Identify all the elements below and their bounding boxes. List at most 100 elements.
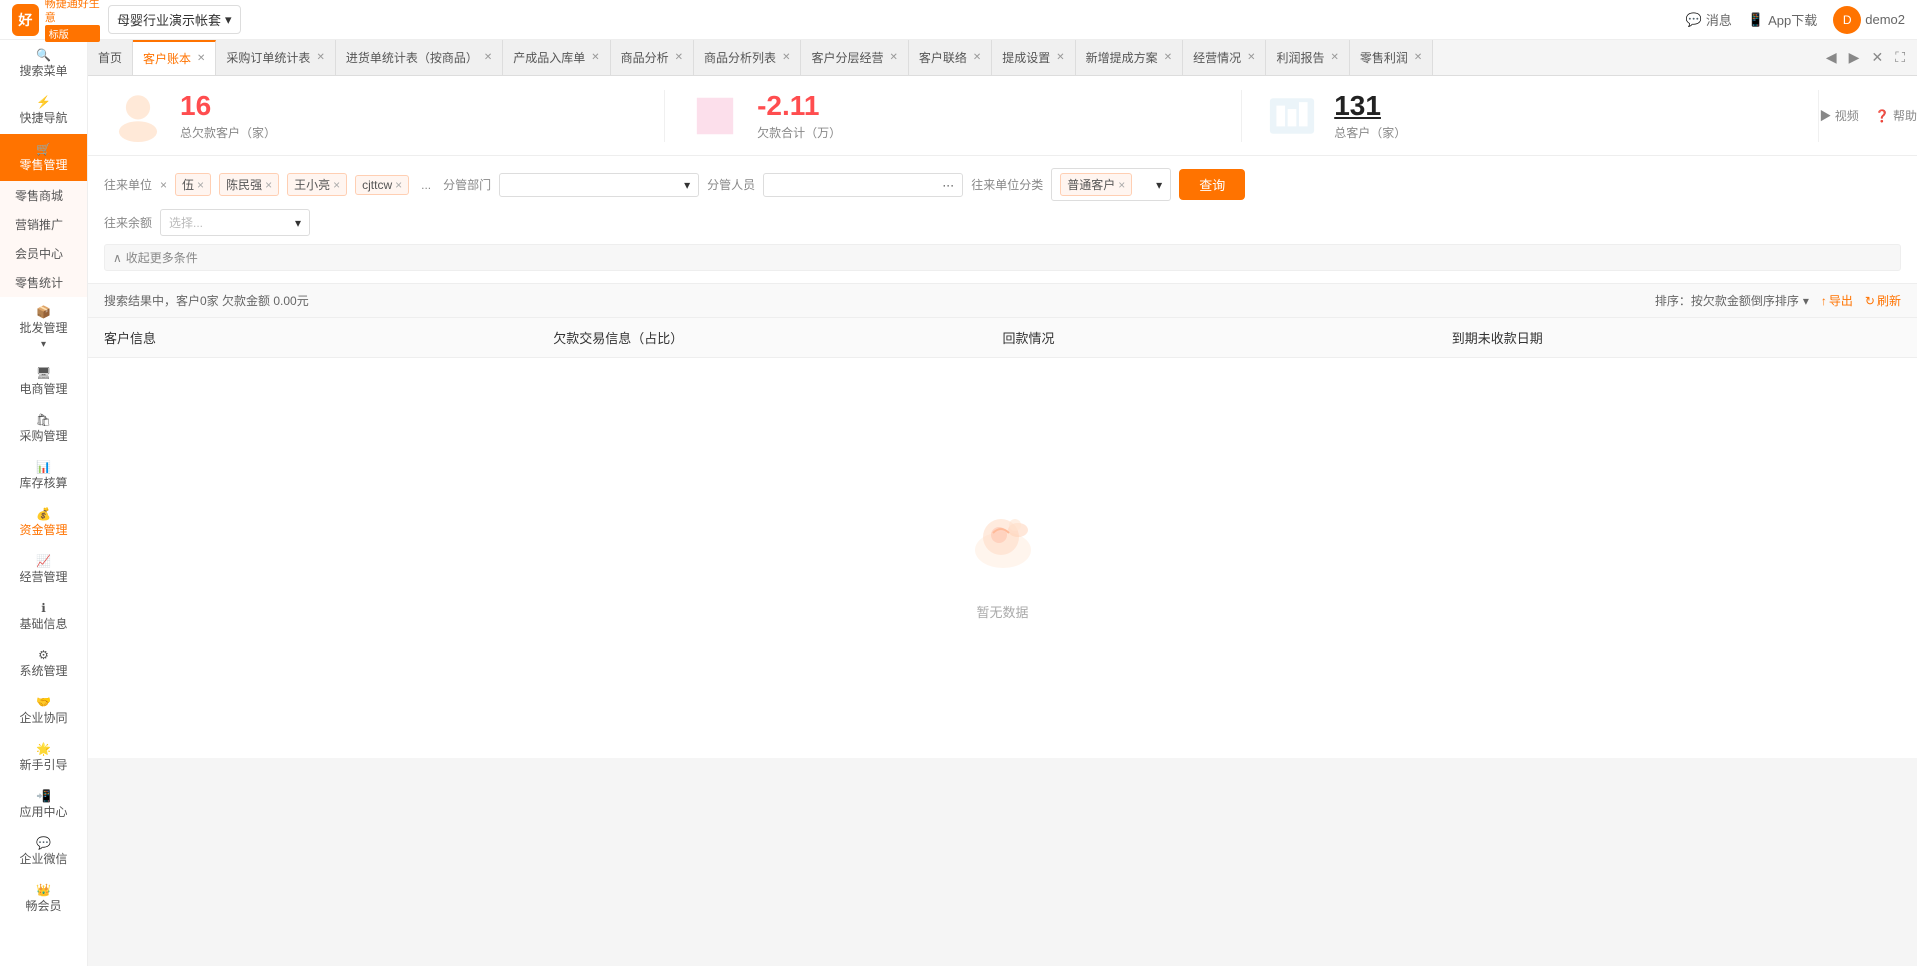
sidebar-item-capital-mgmt[interactable]: 💰 资金管理 bbox=[0, 499, 87, 546]
export-icon: ↑ bbox=[1821, 294, 1827, 308]
sidebar-item-enterprise-wechat[interactable]: 💬 企业微信 bbox=[0, 828, 87, 875]
sidebar-item-new-guide[interactable]: 🌟 新手引导 bbox=[0, 734, 87, 781]
tab-bar-actions: ◀ ▶ ✕ ⛶ bbox=[1814, 40, 1917, 75]
sidebar-item-app-center[interactable]: 📲 应用中心 bbox=[0, 781, 87, 828]
header-right: 💬 消息 📱 App下载 D demo2 bbox=[1686, 6, 1905, 34]
tab-close-icon[interactable]: ✕ bbox=[1164, 52, 1172, 63]
query-button[interactable]: 查询 bbox=[1179, 169, 1245, 200]
sidebar-sub-retail-mall[interactable]: 零售商城 bbox=[0, 181, 87, 210]
tab-close-icon[interactable]: ✕ bbox=[591, 52, 599, 63]
svg-text:✕: ✕ bbox=[702, 106, 718, 127]
unit-class-tag[interactable]: 普通客户 × bbox=[1060, 173, 1132, 196]
sidebar-item-retail-mgmt[interactable]: 🛒 零售管理 bbox=[0, 134, 87, 181]
tab-home[interactable]: 首页 bbox=[88, 40, 133, 75]
workspace-name: 母婴行业演示帐套 bbox=[117, 10, 221, 29]
export-button[interactable]: ↑ 导出 bbox=[1821, 292, 1853, 309]
sidebar-item-ecommerce-mgmt[interactable]: 🖥 电商管理 bbox=[0, 358, 87, 405]
collapse-button[interactable]: ∧ 收起更多条件 bbox=[104, 244, 1901, 271]
empty-text: 暂无数据 bbox=[963, 602, 1043, 621]
table-header: 客户信息 欠款交易信息（占比） 回款情况 到期未收款日期 bbox=[88, 318, 1917, 358]
tab-purchase-order[interactable]: 采购订单统计表 ✕ bbox=[216, 40, 335, 75]
debit-customers-icon bbox=[112, 90, 164, 142]
tab-goods-analysis-list[interactable]: 商品分析列表 ✕ bbox=[694, 40, 801, 75]
tab-customer-tier[interactable]: 客户分层经营 ✕ bbox=[801, 40, 908, 75]
refresh-button[interactable]: ↻ 刷新 bbox=[1865, 292, 1901, 309]
remove-tag-cjttcw[interactable]: × bbox=[395, 178, 402, 192]
tab-customer-contact-label: 客户联络 bbox=[919, 49, 967, 66]
sidebar-item-operations-mgmt[interactable]: 📈 经营管理 bbox=[0, 546, 87, 593]
tab-retail-profit[interactable]: 零售利润 ✕ bbox=[1350, 40, 1433, 75]
nav-icon: ⚡ bbox=[0, 95, 87, 109]
tab-biz-status[interactable]: 经营情况 ✕ bbox=[1183, 40, 1266, 75]
tab-customer-account[interactable]: 客户账本 ✕ bbox=[133, 40, 216, 75]
balance-filter-select[interactable]: 选择... ▾ bbox=[160, 209, 310, 236]
tab-close-icon[interactable]: ✕ bbox=[1056, 52, 1064, 63]
sidebar-item-wholesale-mgmt[interactable]: 📦 批发管理 ▾ bbox=[0, 297, 87, 358]
video-action[interactable]: ▶ 视频 bbox=[1819, 107, 1858, 124]
filter-tag-cjttcw[interactable]: cjttcw × bbox=[355, 175, 409, 195]
tab-inbound-stats[interactable]: 进货单统计表（按商品） ✕ bbox=[336, 40, 503, 75]
sidebar-item-inventory-check[interactable]: 📊 库存核算 bbox=[0, 452, 87, 499]
filter-area: 往来单位 × 伍 × 陈民强 × 王小亮 × cjttcw bbox=[88, 156, 1917, 284]
workspace-selector[interactable]: 母婴行业演示帐套 ▾ bbox=[108, 5, 241, 34]
sidebar-item-purchase-mgmt[interactable]: 🛍 采购管理 bbox=[0, 405, 87, 452]
tab-purchase-order-label: 采购订单统计表 bbox=[226, 49, 310, 66]
message-action[interactable]: 💬 消息 bbox=[1686, 10, 1732, 29]
filter-row-2: 往来余额 选择... ▾ bbox=[104, 209, 1901, 236]
person-filter-select[interactable]: ··· bbox=[763, 173, 963, 197]
sidebar-item-enterprise-coop[interactable]: 🤝 企业协同 bbox=[0, 687, 87, 734]
sidebar-sub-retail-stats[interactable]: 零售统计 bbox=[0, 268, 87, 297]
remove-tag-chen[interactable]: × bbox=[265, 178, 272, 192]
tab-close-icon[interactable]: ✕ bbox=[1247, 52, 1255, 63]
sidebar-item-search-menu[interactable]: 🔍 搜索菜单 bbox=[0, 40, 87, 87]
app-icon: 📲 bbox=[0, 789, 87, 803]
filter-tag-wu[interactable]: 伍 × bbox=[175, 173, 211, 196]
filter-tag-chen[interactable]: 陈民强 × bbox=[219, 173, 279, 196]
tab-next-btn[interactable]: ▶ bbox=[1845, 47, 1864, 68]
sidebar-sub-marketing[interactable]: 营销推广 bbox=[0, 210, 87, 239]
logo-icon: 好 bbox=[12, 4, 39, 36]
tab-profit-report[interactable]: 利润报告 ✕ bbox=[1266, 40, 1349, 75]
tab-close-icon[interactable]: ✕ bbox=[197, 53, 205, 64]
tab-close-icon[interactable]: ✕ bbox=[1331, 52, 1339, 63]
sort-select[interactable]: 排序：按欠款金额倒序排序 ▾ bbox=[1655, 292, 1809, 309]
remove-unit-class[interactable]: × bbox=[1118, 178, 1125, 192]
info-icon: ℹ bbox=[0, 601, 87, 615]
stats-row: 16 总欠款客户（家） ✕ -2.11 欠款合计（万） bbox=[88, 76, 1917, 156]
tab-close-icon[interactable]: ✕ bbox=[1414, 52, 1422, 63]
tab-new-achieve[interactable]: 新增提成方案 ✕ bbox=[1076, 40, 1183, 75]
page-content: 16 总欠款客户（家） ✕ -2.11 欠款合计（万） bbox=[88, 76, 1917, 966]
remove-tag-wu[interactable]: × bbox=[197, 178, 204, 192]
tab-close-icon[interactable]: ✕ bbox=[973, 52, 981, 63]
tab-goods-analysis[interactable]: 商品分析 ✕ bbox=[611, 40, 694, 75]
filter-tag-wang[interactable]: 王小亮 × bbox=[287, 173, 347, 196]
remove-tag-wang[interactable]: × bbox=[333, 178, 340, 192]
tab-close-icon[interactable]: ✕ bbox=[782, 52, 790, 63]
tab-customer-contact[interactable]: 客户联络 ✕ bbox=[909, 40, 992, 75]
sidebar-item-vip-member[interactable]: 👑 畅会员 bbox=[0, 875, 87, 922]
tab-close-icon[interactable]: ✕ bbox=[675, 52, 683, 63]
tab-close-icon[interactable]: ✕ bbox=[484, 52, 492, 63]
tab-close-icon[interactable]: ✕ bbox=[316, 52, 324, 63]
wholesale-icon: 📦 bbox=[0, 305, 87, 319]
chevron-down-icon: ▾ bbox=[684, 178, 690, 192]
sidebar-sub-member-center[interactable]: 会员中心 bbox=[0, 239, 87, 268]
dept-filter-select[interactable]: ▾ bbox=[499, 173, 699, 197]
tab-expand-btn[interactable]: ⛶ bbox=[1891, 47, 1909, 68]
tab-close-icon[interactable]: ✕ bbox=[889, 52, 897, 63]
tab-goods-analysis-label: 商品分析 bbox=[621, 49, 669, 66]
user-action[interactable]: D demo2 bbox=[1833, 6, 1905, 34]
enterprise-icon: 🤝 bbox=[0, 695, 87, 709]
sidebar-item-basic-info[interactable]: ℹ 基础信息 bbox=[0, 593, 87, 640]
tab-close-all-btn[interactable]: ✕ bbox=[1867, 47, 1887, 68]
sidebar-item-system-mgmt[interactable]: ⚙ 系统管理 bbox=[0, 640, 87, 687]
filter-more-tags[interactable]: ... bbox=[417, 176, 435, 194]
sidebar-item-quick-nav[interactable]: ⚡ 快捷导航 bbox=[0, 87, 87, 134]
help-action[interactable]: ❓ 帮助 bbox=[1875, 107, 1917, 124]
tab-remind-settings[interactable]: 提成设置 ✕ bbox=[992, 40, 1075, 75]
tab-product-inbound[interactable]: 产成品入库单 ✕ bbox=[503, 40, 610, 75]
unit-class-filter-select[interactable]: 普通客户 × ▾ bbox=[1051, 168, 1171, 201]
tab-prev-btn[interactable]: ◀ bbox=[1822, 47, 1841, 68]
app-download-action[interactable]: 📱 App下载 bbox=[1748, 10, 1817, 29]
chevron-down-icon: ▾ bbox=[1156, 178, 1162, 192]
